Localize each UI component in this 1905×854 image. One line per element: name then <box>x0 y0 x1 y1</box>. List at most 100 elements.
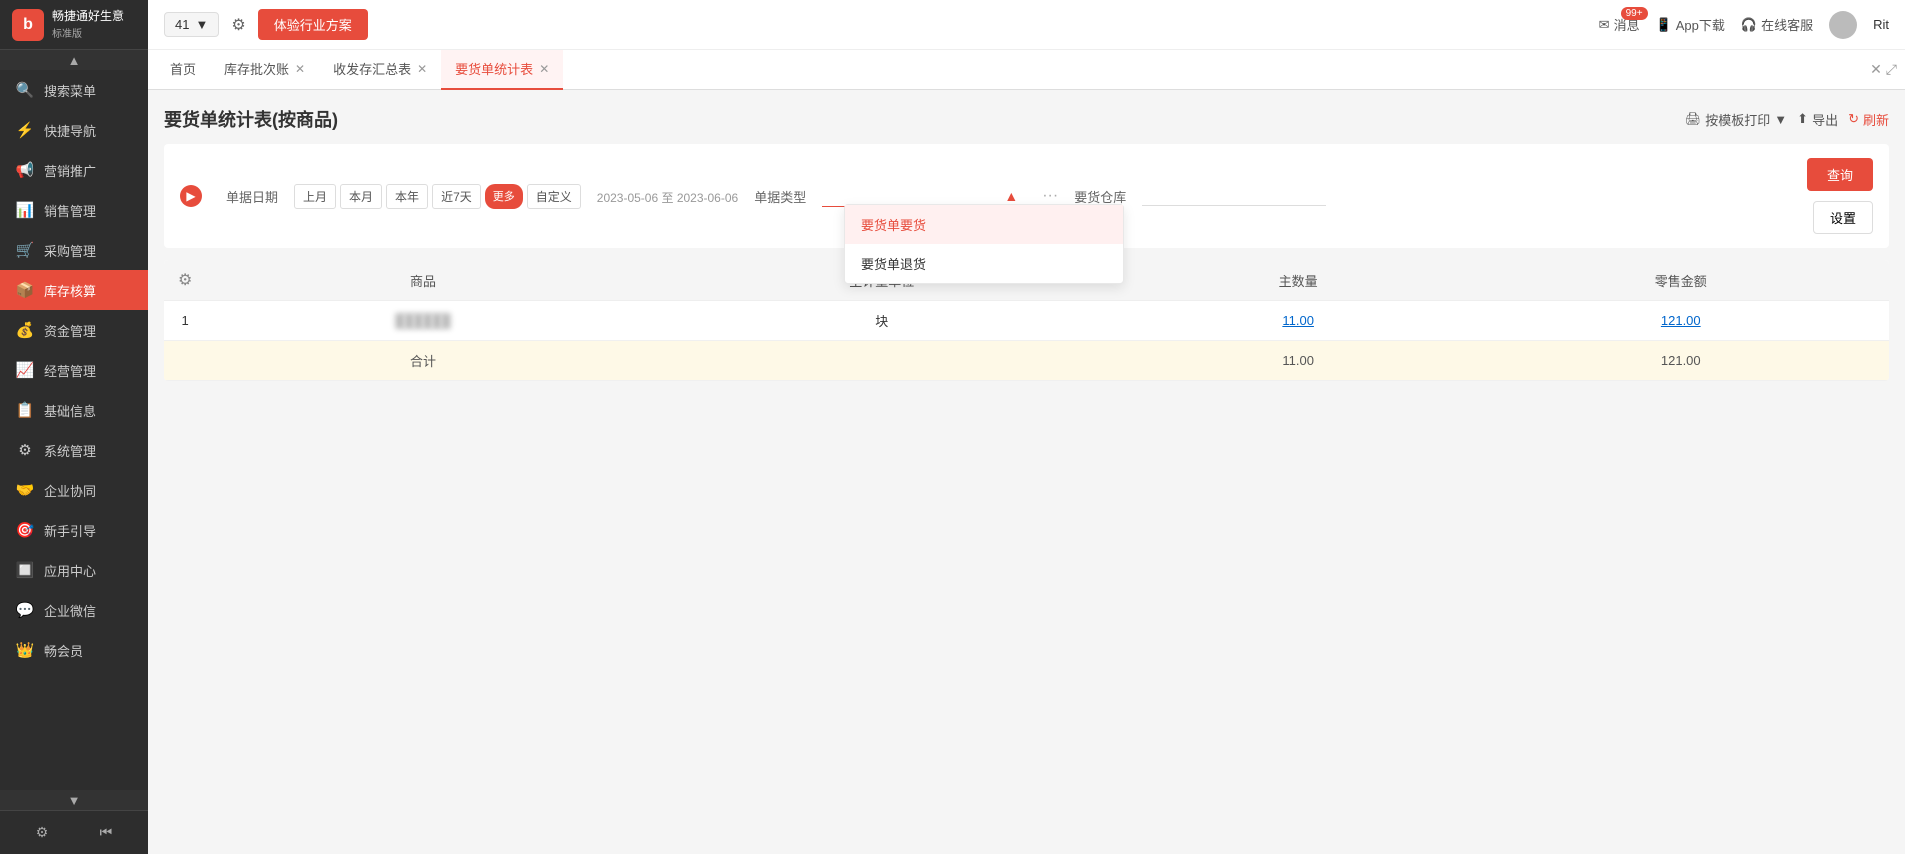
window-maximize-icon[interactable]: ⤢ <box>1886 61 1897 78</box>
trial-button[interactable]: 体验行业方案 <box>258 9 368 40</box>
warehouse-filter-input[interactable] <box>1142 186 1326 206</box>
date-btn-this-month[interactable]: 本月 <box>340 184 382 209</box>
sidebar-item-sales[interactable]: 📊 销售管理 <box>0 190 148 230</box>
footer-empty-1 <box>164 341 206 381</box>
date-btn-7days[interactable]: 近7天 <box>432 184 481 209</box>
sidebar-item-quicknav[interactable]: ⚡ 快捷导航 <box>0 110 148 150</box>
sidebar-item-marketing[interactable]: 📢 营销推广 <box>0 150 148 190</box>
sidebar-scroll-down[interactable]: ▼ <box>0 790 148 810</box>
col-settings-header[interactable]: ⚙ <box>164 260 206 301</box>
row-index: 1 <box>164 301 206 341</box>
row-quantity-link[interactable]: 11.00 <box>1282 313 1314 328</box>
sidebar-item-label: 系统管理 <box>44 441 96 460</box>
company-dropdown-icon: ▼ <box>195 17 208 32</box>
sidebar-item-management[interactable]: 📈 经营管理 <box>0 350 148 390</box>
sidebar-collapse-btn[interactable]: ⏮ <box>100 824 113 841</box>
tab-order-stats-close[interactable]: ✕ <box>539 62 549 76</box>
notification-icon: ✉ <box>1599 17 1610 33</box>
top-header: 41 ▼ ⚙ 体验行业方案 ✉ 消息 99+ 📱 App下载 🎧 在线客服 Ri… <box>148 0 1905 50</box>
sidebar-item-search[interactable]: 🔍 搜索菜单 <box>0 70 148 110</box>
header-settings-icon[interactable]: ⚙ <box>231 15 245 35</box>
row-amount-link[interactable]: 121.00 <box>1661 313 1701 328</box>
settings-button[interactable]: 设置 <box>1813 201 1873 234</box>
date-btn-custom[interactable]: 自定义 <box>527 184 581 209</box>
print-btn[interactable]: 🖨 按模板打印 ▼ <box>1685 110 1787 129</box>
notification-area[interactable]: ✉ 消息 99+ <box>1599 15 1640 34</box>
type-dropdown-menu: 要货单要货 要货单退货 <box>844 204 1124 284</box>
date-btn-more[interactable]: 更多 <box>485 184 523 209</box>
dropdown-option-order-goods-label: 要货单要货 <box>861 218 926 233</box>
table-row: 1 ██████ 块 11.00 121.00 <box>164 301 1889 341</box>
sidebar-item-label: 畅会员 <box>44 641 83 660</box>
inventory-icon: 📦 <box>14 279 36 301</box>
sidebar-item-label: 应用中心 <box>44 561 96 580</box>
sidebar-item-inventory[interactable]: 📦 库存核算 <box>0 270 148 310</box>
search-icon: 🔍 <box>14 79 36 101</box>
tab-inventory-batch-close[interactable]: ✕ <box>295 62 305 76</box>
sidebar-item-label: 经营管理 <box>44 361 96 380</box>
online-service-label: 在线客服 <box>1761 15 1813 34</box>
online-service-area[interactable]: 🎧 在线客服 <box>1741 15 1813 34</box>
sidebar-logo: b 畅捷通好生意 标准版 <box>0 0 148 50</box>
row-product-value: ██████ <box>395 313 450 328</box>
sidebar-item-enterprise[interactable]: 🤝 企业协同 <box>0 470 148 510</box>
sidebar-scroll-up[interactable]: ▲ <box>0 50 148 70</box>
wechat-icon: 💬 <box>14 599 36 621</box>
sidebar-item-appcenter[interactable]: 🔲 应用中心 <box>0 550 148 590</box>
page-header: 要货单统计表(按商品) 🖨 按模板打印 ▼ ⬆ 导出 ↻ 刷新 <box>164 106 1889 132</box>
row-product: ██████ <box>206 301 639 341</box>
sidebar-item-basicinfo[interactable]: 📋 基础信息 <box>0 390 148 430</box>
sidebar-item-purchase[interactable]: 🛒 采购管理 <box>0 230 148 270</box>
user-avatar[interactable] <box>1829 11 1857 39</box>
notification-badge-count: 99+ <box>1621 7 1648 20</box>
brand-sub: 标准版 <box>52 25 124 40</box>
sidebar-item-wechat[interactable]: 💬 企业微信 <box>0 590 148 630</box>
filter-expand-btn[interactable]: ▶ <box>180 185 202 207</box>
tab-stock-summary[interactable]: 收发存汇总表 ✕ <box>319 50 441 90</box>
tab-stock-summary-close[interactable]: ✕ <box>417 62 427 76</box>
purchase-icon: 🛒 <box>14 239 36 261</box>
sidebar-item-finance[interactable]: 💰 资金管理 <box>0 310 148 350</box>
sidebar-item-label: 搜索菜单 <box>44 81 96 100</box>
dropdown-option-order-goods[interactable]: 要货单要货 <box>845 205 1123 244</box>
company-name: 41 <box>175 17 189 32</box>
type-filter-input[interactable] <box>826 188 1004 203</box>
row-unit: 块 <box>640 301 1124 341</box>
sidebar-item-label: 营销推广 <box>44 161 96 180</box>
tab-order-stats[interactable]: 要货单统计表 ✕ <box>441 50 563 90</box>
sidebar-item-member[interactable]: 👑 畅会员 <box>0 630 148 670</box>
query-button[interactable]: 查询 <box>1807 158 1873 191</box>
footer-quantity: 11.00 <box>1124 341 1473 381</box>
phone-icon: 📱 <box>1656 17 1672 33</box>
sidebar-item-guide[interactable]: 🎯 新手引导 <box>0 510 148 550</box>
member-icon: 👑 <box>14 639 36 661</box>
sidebar-item-label: 企业协同 <box>44 481 96 500</box>
page-title: 要货单统计表(按商品) <box>164 106 338 132</box>
table-settings-icon[interactable]: ⚙ <box>178 272 192 289</box>
sidebar-settings-btn[interactable]: ⚙ <box>36 824 49 841</box>
enterprise-icon: 🤝 <box>14 479 36 501</box>
filter-more-icon[interactable]: ··· <box>1042 187 1058 205</box>
company-selector[interactable]: 41 ▼ <box>164 12 219 37</box>
refresh-icon: ↻ <box>1848 111 1859 127</box>
footer-empty-2 <box>640 341 1124 381</box>
dropdown-option-return-goods[interactable]: 要货单退货 <box>845 244 1123 283</box>
date-btn-this-year[interactable]: 本年 <box>386 184 428 209</box>
refresh-btn[interactable]: ↻ 刷新 <box>1848 110 1889 129</box>
export-btn[interactable]: ⬆ 导出 <box>1797 110 1838 129</box>
sidebar-item-system[interactable]: ⚙ 系统管理 <box>0 430 148 470</box>
table-body: 1 ██████ 块 11.00 121.00 <box>164 301 1889 341</box>
type-filter-chevron-icon[interactable]: ▲ <box>1004 188 1018 204</box>
window-close-icon[interactable]: ✕ <box>1870 61 1882 78</box>
sidebar-footer: ⚙ ⏮ <box>0 810 148 854</box>
management-icon: 📈 <box>14 359 36 381</box>
sidebar-item-label: 新手引导 <box>44 521 96 540</box>
tab-inventory-batch[interactable]: 库存批次账 ✕ <box>210 50 319 90</box>
app-download-area[interactable]: 📱 App下载 <box>1656 15 1725 34</box>
tab-home[interactable]: 首页 <box>156 50 210 90</box>
sidebar-item-label: 采购管理 <box>44 241 96 260</box>
tab-home-label: 首页 <box>170 59 196 78</box>
date-btn-last-month[interactable]: 上月 <box>294 184 336 209</box>
print-icon: 🖨 <box>1685 111 1702 127</box>
finance-icon: 💰 <box>14 319 36 341</box>
